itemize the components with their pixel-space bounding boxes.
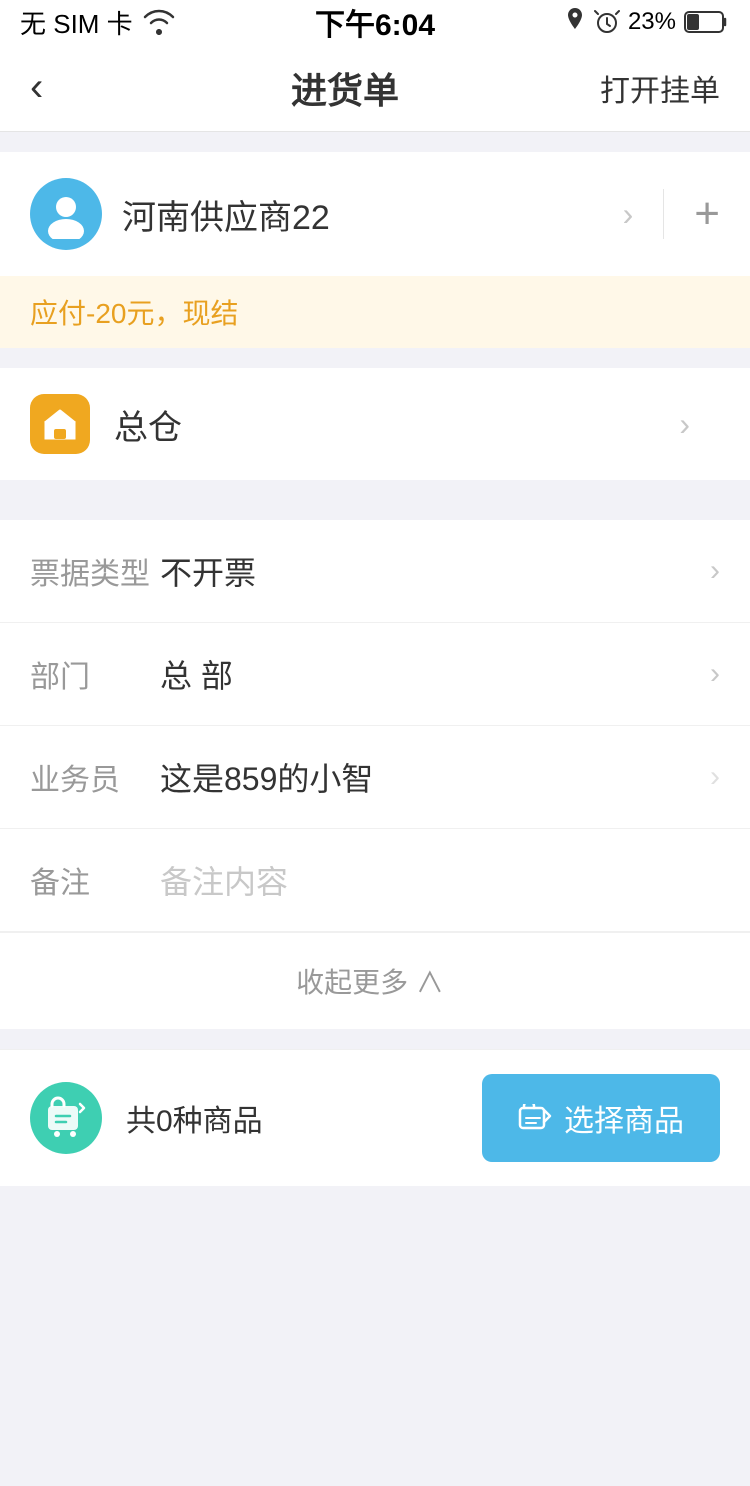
carrier-text: 无 SIM 卡 — [20, 4, 133, 41]
section-divider-2 — [0, 348, 750, 368]
invoice-type-row[interactable]: 票据类型 不开票 › — [0, 520, 750, 623]
invoice-type-label: 票据类型 — [30, 549, 150, 593]
select-cart-icon — [518, 1104, 552, 1132]
house-icon — [41, 405, 79, 443]
status-time: 下午6:04 — [315, 0, 435, 44]
warehouse-section: 总仓 › — [0, 368, 750, 480]
collapse-label: 收起更多 ∧ — [296, 961, 444, 1001]
invoice-type-chevron-icon: › — [710, 554, 720, 588]
warehouse-chevron-icon: › — [679, 406, 690, 443]
remark-label: 备注 — [30, 858, 150, 902]
department-row[interactable]: 部门 总 部 › — [0, 623, 750, 726]
salesperson-value: 这是859的小智 — [150, 754, 700, 800]
status-bar: 无 SIM 卡 下午6:04 23% — [0, 0, 750, 44]
department-chevron-icon: › — [710, 657, 720, 691]
cart-icon — [44, 1096, 88, 1140]
warehouse-icon — [30, 394, 90, 454]
salesperson-chevron-icon: › — [710, 760, 720, 794]
supplier-row[interactable]: 河南供应商22 › + — [0, 152, 750, 276]
battery-icon — [684, 10, 730, 34]
supplier-avatar — [30, 178, 102, 250]
form-section: 票据类型 不开票 › 部门 总 部 › 业务员 这是859的小智 › 备注 备注… — [0, 520, 750, 1029]
remark-row[interactable]: 备注 备注内容 — [0, 829, 750, 932]
select-product-button[interactable]: 选择商品 — [482, 1074, 720, 1162]
open-pending-button[interactable]: 打开挂单 — [600, 66, 720, 110]
alarm-icon — [594, 8, 620, 36]
product-count: 共0种商品 — [126, 1096, 482, 1140]
vertical-divider — [663, 189, 664, 239]
salesperson-row[interactable]: 业务员 这是859的小智 › — [0, 726, 750, 829]
add-supplier-button[interactable]: + — [694, 192, 720, 236]
warehouse-name: 总仓 — [114, 400, 679, 449]
location-icon — [564, 8, 586, 36]
person-icon — [41, 189, 91, 239]
remark-value[interactable]: 备注内容 — [150, 857, 720, 903]
product-icon — [30, 1082, 102, 1154]
section-divider-3 — [0, 480, 750, 500]
supplier-chevron-icon: › — [623, 196, 634, 233]
supplier-section: 河南供应商22 › + 应付-20元，现结 — [0, 152, 750, 348]
back-button[interactable]: ‹ — [30, 65, 90, 110]
warehouse-row[interactable]: 总仓 › — [0, 368, 750, 480]
wifi-icon — [141, 9, 177, 35]
nav-bar: ‹ 进货单 打开挂单 — [0, 44, 750, 132]
gray-bg — [0, 1186, 750, 1486]
supplier-name: 河南供应商22 — [122, 190, 623, 239]
status-right: 23% — [564, 8, 730, 36]
invoice-type-value: 不开票 — [150, 548, 700, 594]
department-value: 总 部 — [150, 651, 700, 697]
notice-banner: 应付-20元，现结 — [0, 276, 750, 348]
salesperson-label: 业务员 — [30, 755, 150, 799]
page-title: 进货单 — [291, 62, 399, 114]
department-label: 部门 — [30, 652, 150, 696]
bottom-product-bar: 共0种商品 选择商品 — [0, 1049, 750, 1186]
battery-text: 23% — [628, 8, 676, 36]
select-product-label: 选择商品 — [564, 1096, 684, 1140]
collapse-row[interactable]: 收起更多 ∧ — [0, 932, 750, 1029]
status-carrier: 无 SIM 卡 — [20, 4, 177, 41]
section-divider-1 — [0, 132, 750, 152]
